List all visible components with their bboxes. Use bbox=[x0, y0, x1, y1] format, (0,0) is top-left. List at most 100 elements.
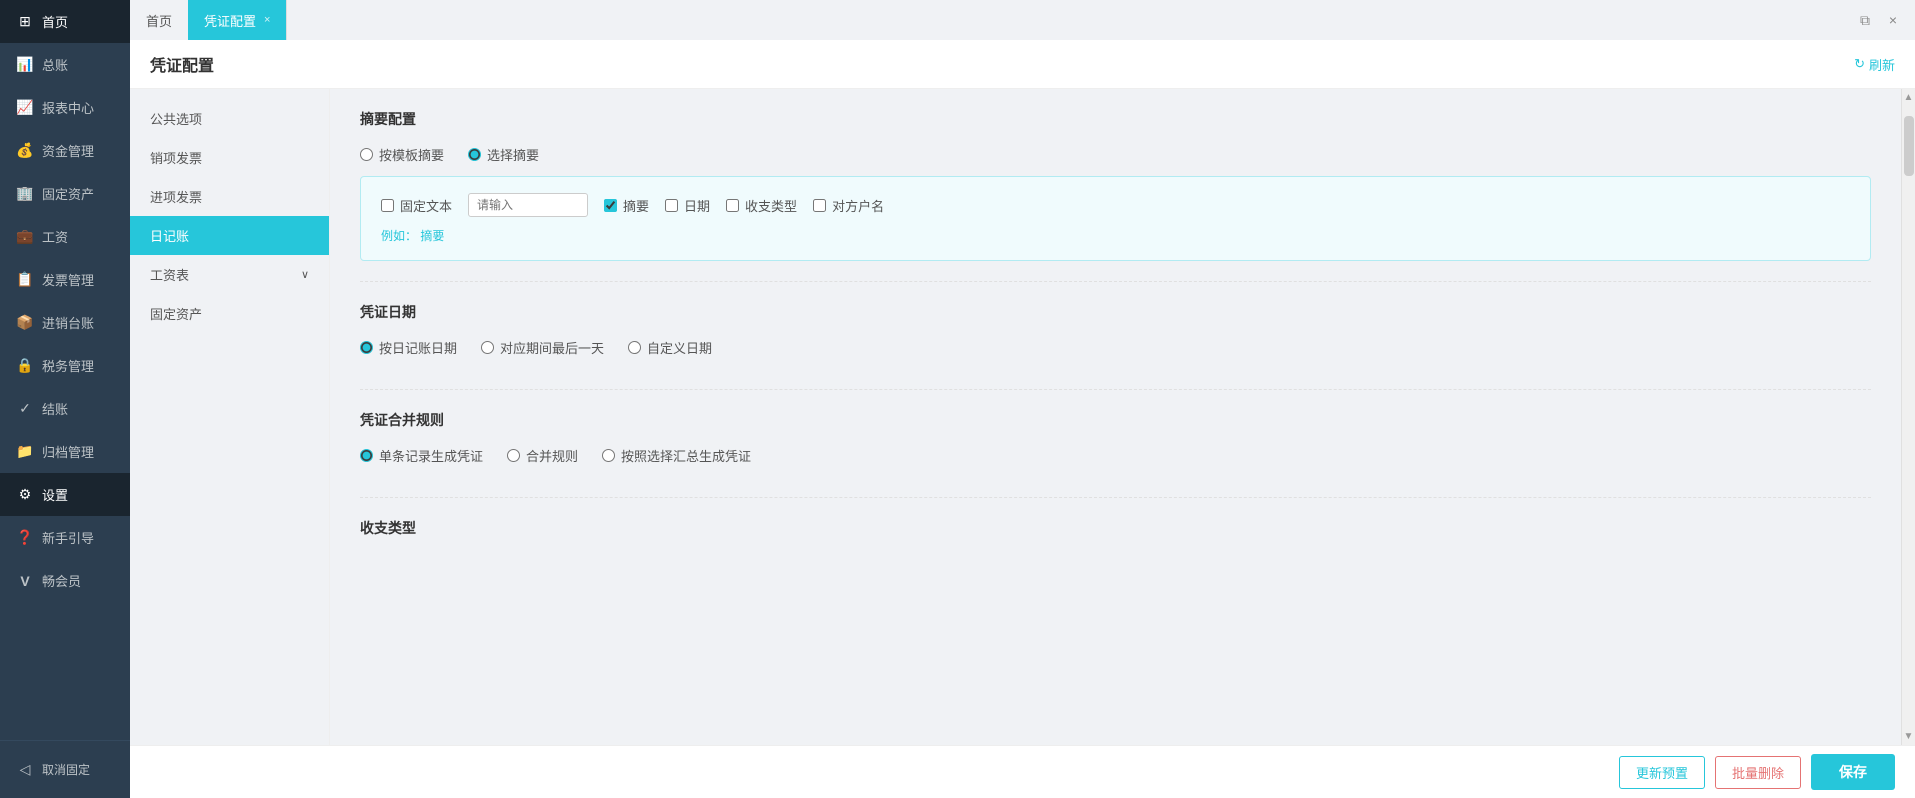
left-nav-payroll-table-label: 工资表 bbox=[150, 265, 189, 284]
sidebar-label-guide: 新手引导 bbox=[42, 528, 94, 547]
sidebar-item-settings[interactable]: ⚙ 设置 bbox=[0, 473, 130, 516]
sidebar-label-settlement: 结账 bbox=[42, 399, 68, 418]
update-preview-button[interactable]: 更新预置 bbox=[1619, 756, 1705, 789]
window-restore-button[interactable]: ⧉ bbox=[1855, 12, 1875, 29]
scroll-thumb[interactable] bbox=[1904, 116, 1914, 176]
sidebar-item-ledger[interactable]: 📊 总账 bbox=[0, 43, 130, 86]
merge-radio-select[interactable]: 按照选择汇总生成凭证 bbox=[602, 446, 751, 465]
fixed-text-label: 固定文本 bbox=[400, 196, 452, 215]
sidebar-item-purchases[interactable]: 📦 进销台账 bbox=[0, 301, 130, 344]
sidebar-item-settlement[interactable]: ✓ 结账 bbox=[0, 387, 130, 430]
tax-icon: 🔒 bbox=[16, 357, 34, 374]
income-type-checkbox[interactable] bbox=[726, 199, 739, 212]
sidebar-label-reports: 报表中心 bbox=[42, 98, 94, 117]
sidebar-item-member[interactable]: V 畅会员 bbox=[0, 559, 130, 602]
merge-rule-radio[interactable] bbox=[507, 449, 520, 462]
summary-select-radio[interactable] bbox=[468, 148, 481, 161]
custom-date-label: 自定义日期 bbox=[647, 338, 712, 357]
tab-home-label: 首页 bbox=[146, 11, 172, 30]
refresh-button[interactable]: ↻ 刷新 bbox=[1854, 55, 1895, 74]
sidebar-label-ledger: 总账 bbox=[42, 55, 68, 74]
settlement-icon: ✓ bbox=[16, 400, 34, 417]
summary-checkbox-text: 摘要 bbox=[623, 196, 649, 215]
sidebar-item-guide[interactable]: ❓ 新手引导 bbox=[0, 516, 130, 559]
date-radio-period-last[interactable]: 对应期间最后一天 bbox=[481, 338, 604, 357]
counterparty-checkbox[interactable] bbox=[813, 199, 826, 212]
date-radio-custom[interactable]: 自定义日期 bbox=[628, 338, 712, 357]
select-merge-radio[interactable] bbox=[602, 449, 615, 462]
income-type-checkbox-label[interactable]: 收支类型 bbox=[726, 196, 797, 215]
left-nav-public[interactable]: 公共选项 bbox=[130, 99, 329, 138]
refresh-icon: ↻ bbox=[1854, 56, 1865, 72]
batch-delete-button[interactable]: 批量删除 bbox=[1715, 756, 1801, 789]
sidebar-item-reports[interactable]: 📈 报表中心 bbox=[0, 86, 130, 129]
single-record-label: 单条记录生成凭证 bbox=[379, 446, 483, 465]
left-nav-sales-invoice[interactable]: 销项发票 bbox=[130, 138, 329, 177]
scroll-down-arrow[interactable]: ▼ bbox=[1901, 728, 1915, 745]
tab-close-button[interactable]: × bbox=[264, 14, 270, 26]
ledger-icon: 📊 bbox=[16, 56, 34, 73]
summary-template-radio[interactable] bbox=[360, 148, 373, 161]
settings-icon: ⚙ bbox=[16, 486, 34, 503]
merge-radio-rule[interactable]: 合并规则 bbox=[507, 446, 578, 465]
date-radio-journal[interactable]: 按日记账日期 bbox=[360, 338, 457, 357]
journal-date-label: 按日记账日期 bbox=[379, 338, 457, 357]
page-title: 凭证配置 bbox=[150, 52, 214, 76]
income-type-section-title: 收支类型 bbox=[360, 518, 1871, 538]
tab-home[interactable]: 首页 bbox=[130, 0, 188, 40]
save-button[interactable]: 保存 bbox=[1811, 754, 1895, 790]
tab-voucher-config[interactable]: 凭证配置 × bbox=[188, 0, 287, 40]
sidebar: ⊞ 首页 📊 总账 📈 报表中心 💰 资金管理 🏢 固定资产 💼 工资 📋 发票… bbox=[0, 0, 130, 798]
window-close-button[interactable]: × bbox=[1883, 12, 1903, 28]
fixed-text-checkbox-label[interactable]: 固定文本 bbox=[381, 196, 452, 215]
unpin-button[interactable]: ◁ 取消固定 bbox=[0, 749, 130, 790]
date-checkbox[interactable] bbox=[665, 199, 678, 212]
sidebar-label-home: 首页 bbox=[42, 12, 68, 31]
sidebar-item-archive[interactable]: 📁 归档管理 bbox=[0, 430, 130, 473]
merge-radio-single[interactable]: 单条记录生成凭证 bbox=[360, 446, 483, 465]
period-last-label: 对应期间最后一天 bbox=[500, 338, 604, 357]
sidebar-bottom: ◁ 取消固定 bbox=[0, 740, 130, 798]
merge-section: 凭证合并规则 单条记录生成凭证 合并规则 按照选择汇总生成凭证 bbox=[360, 410, 1871, 498]
custom-date-radio[interactable] bbox=[628, 341, 641, 354]
summary-radio-group: 按模板摘要 选择摘要 bbox=[360, 145, 1871, 164]
fixed-text-input[interactable] bbox=[468, 193, 588, 217]
counterparty-checkbox-label[interactable]: 对方户名 bbox=[813, 196, 884, 215]
left-nav-journal[interactable]: 日记账 bbox=[130, 216, 329, 255]
invoice-mgmt-icon: 📋 bbox=[16, 271, 34, 288]
sidebar-item-invoice-mgmt[interactable]: 📋 发票管理 bbox=[0, 258, 130, 301]
summary-radio-template[interactable]: 按模板摘要 bbox=[360, 145, 444, 164]
left-nav-purchase-invoice[interactable]: 进项发票 bbox=[130, 177, 329, 216]
date-checkbox-label[interactable]: 日期 bbox=[665, 196, 710, 215]
sidebar-item-funds[interactable]: 💰 资金管理 bbox=[0, 129, 130, 172]
sidebar-label-payroll: 工资 bbox=[42, 227, 68, 246]
summary-section-title: 摘要配置 bbox=[360, 109, 1871, 129]
sidebar-item-payroll[interactable]: 💼 工资 bbox=[0, 215, 130, 258]
member-icon: V bbox=[16, 573, 34, 589]
period-last-radio[interactable] bbox=[481, 341, 494, 354]
merge-section-title: 凭证合并规则 bbox=[360, 410, 1871, 430]
scroll-up-arrow[interactable]: ▲ bbox=[1901, 89, 1915, 106]
left-nav-fixed-assets[interactable]: 固定资产 bbox=[130, 294, 329, 333]
summary-options-box: 固定文本 摘要 日期 bbox=[360, 176, 1871, 261]
summary-checkbox-label[interactable]: 摘要 bbox=[604, 196, 649, 215]
window-controls: ⧉ × bbox=[1855, 0, 1915, 40]
income-type-section: 收支类型 bbox=[360, 518, 1871, 574]
sidebar-item-tax[interactable]: 🔒 税务管理 bbox=[0, 344, 130, 387]
sidebar-item-assets[interactable]: 🏢 固定资产 bbox=[0, 172, 130, 215]
single-record-radio[interactable] bbox=[360, 449, 373, 462]
summary-radio-select[interactable]: 选择摘要 bbox=[468, 145, 539, 164]
left-nav-purchase-label: 进项发票 bbox=[150, 187, 202, 206]
sidebar-label-archive: 归档管理 bbox=[42, 442, 94, 461]
left-nav-payroll-table[interactable]: 工资表 ∨ bbox=[130, 255, 329, 294]
summary-checkbox[interactable] bbox=[604, 199, 617, 212]
scrollbar[interactable]: ▲ ▼ bbox=[1901, 89, 1915, 745]
reports-icon: 📈 bbox=[16, 99, 34, 116]
income-type-label: 收支类型 bbox=[745, 196, 797, 215]
summary-select-label: 选择摘要 bbox=[487, 145, 539, 164]
example-text: 例如： 摘要 bbox=[381, 227, 1850, 244]
sidebar-item-home[interactable]: ⊞ 首页 bbox=[0, 0, 130, 43]
right-content: 摘要配置 按模板摘要 选择摘要 bbox=[330, 89, 1901, 745]
fixed-text-checkbox[interactable] bbox=[381, 199, 394, 212]
journal-date-radio[interactable] bbox=[360, 341, 373, 354]
